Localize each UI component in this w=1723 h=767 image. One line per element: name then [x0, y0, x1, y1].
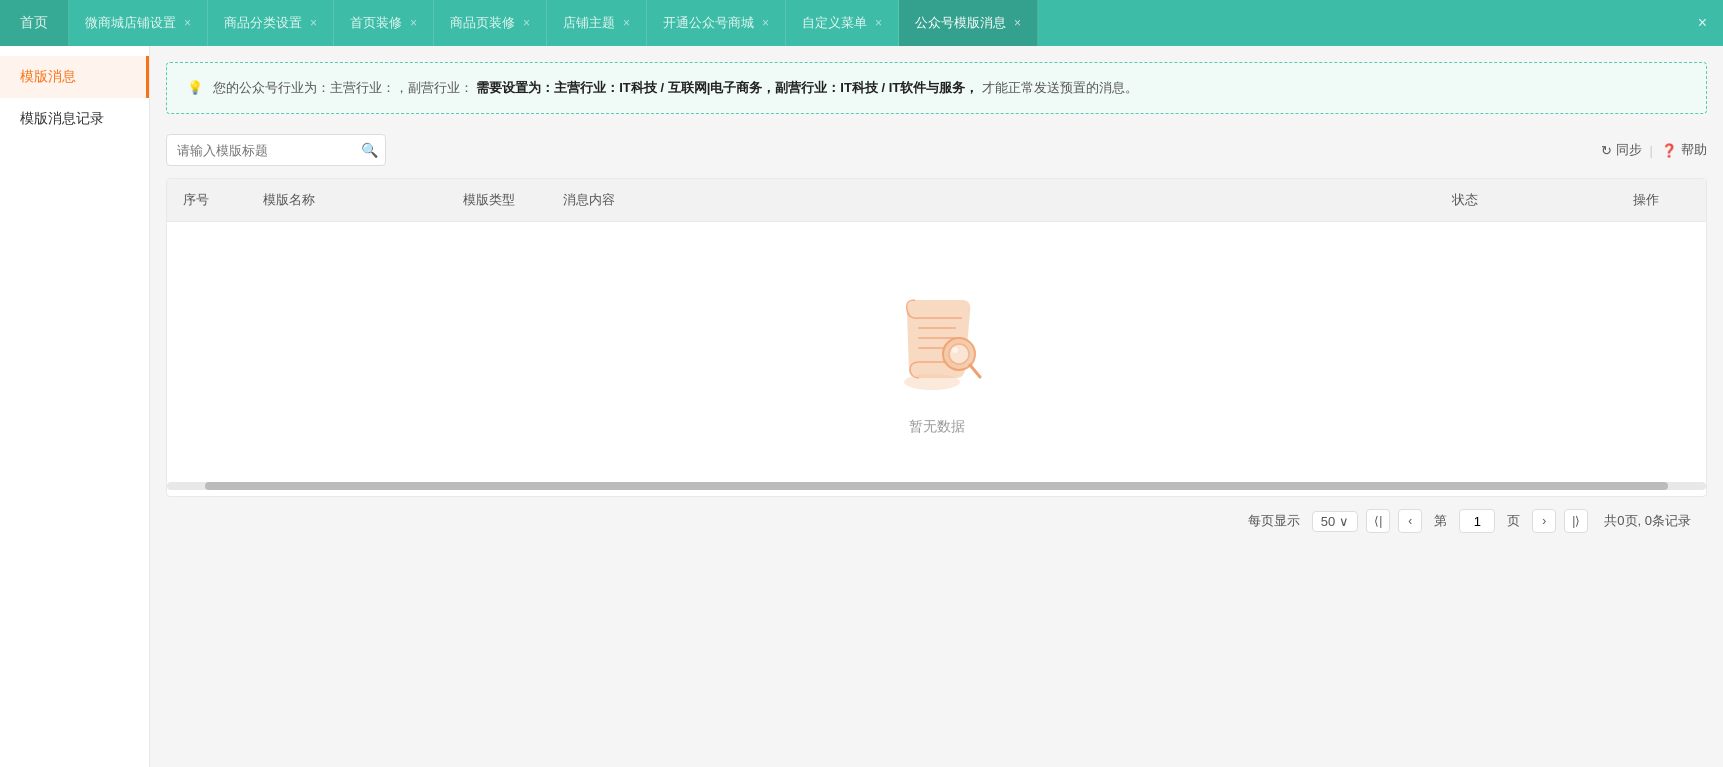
pagination: 每页显示 50 ∨ ⟨| ‹ 第 页 › |⟩ 共0页, 0条记录: [166, 497, 1707, 545]
first-page-button[interactable]: ⟨|: [1366, 509, 1390, 533]
sidebar: 模版消息 模版消息记录: [0, 46, 150, 767]
sync-icon: ↻: [1601, 143, 1612, 158]
data-table: 序号 模版名称 模版类型 消息内容 状态 操作: [166, 178, 1707, 497]
toolbar-right: ↻ 同步 | ❓ 帮助: [1601, 141, 1707, 159]
sync-label: 同步: [1616, 141, 1642, 159]
store-theme-label: 店铺主题: [563, 14, 615, 32]
svg-point-5: [949, 344, 969, 364]
th-action: 操作: [1586, 179, 1706, 221]
sidebar-template-msg-log-label: 模版消息记录: [20, 110, 104, 126]
horizontal-scrollbar[interactable]: [167, 482, 1706, 490]
empty-illustration: [877, 282, 997, 402]
toolbar-divider: |: [1650, 143, 1653, 158]
th-type: 模版类型: [447, 179, 547, 221]
prev-page-button[interactable]: ‹: [1398, 509, 1422, 533]
close-open-wechat-mall[interactable]: ×: [762, 16, 769, 30]
nav-tab-homepage-decor[interactable]: 首页装修 ×: [334, 0, 434, 46]
th-name: 模版名称: [247, 179, 447, 221]
sidebar-item-template-msg[interactable]: 模版消息: [0, 56, 149, 98]
nav-tab-home[interactable]: 首页: [0, 0, 69, 46]
page-unit: 页: [1507, 512, 1520, 530]
nav-tab-product-decor[interactable]: 商品页装修 ×: [434, 0, 547, 46]
wechat-template-label: 公众号模版消息: [915, 14, 1006, 32]
top-nav: 首页 微商城店铺设置 × 商品分类设置 × 首页装修 × 商品页装修 × 店铺主…: [0, 0, 1723, 46]
help-icon: ❓: [1661, 143, 1677, 158]
sync-button[interactable]: ↻ 同步: [1601, 141, 1642, 159]
wsc-setting-label: 微商城店铺设置: [85, 14, 176, 32]
nav-tab-product-category[interactable]: 商品分类设置 ×: [208, 0, 334, 46]
close-all-tabs[interactable]: ×: [1682, 14, 1723, 32]
page-label: 第: [1434, 512, 1447, 530]
help-label: 帮助: [1681, 141, 1707, 159]
nav-tab-open-wechat-mall[interactable]: 开通公众号商城 ×: [647, 0, 786, 46]
search-input-wrap: 🔍: [166, 134, 386, 166]
th-content: 消息内容: [547, 179, 1436, 221]
close-wechat-template[interactable]: ×: [1014, 16, 1021, 30]
main-layout: 模版消息 模版消息记录 💡 您的公众号行业为：主营行业：，副营行业： 需要设置为…: [0, 46, 1723, 767]
help-button[interactable]: ❓ 帮助: [1661, 141, 1707, 159]
notice-highlight: 需要设置为：主营行业：IT科技 / 互联网|电子商务，副营行业：IT科技 / I…: [476, 80, 978, 95]
th-seq: 序号: [167, 179, 247, 221]
search-input[interactable]: [166, 134, 386, 166]
close-product-category[interactable]: ×: [310, 16, 317, 30]
page-number-input[interactable]: [1459, 509, 1495, 533]
search-icon[interactable]: 🔍: [361, 142, 378, 158]
svg-point-7: [952, 347, 958, 353]
search-bar: 🔍 ↻ 同步 | ❓ 帮助: [166, 134, 1707, 166]
nav-tab-wechat-template[interactable]: 公众号模版消息 ×: [899, 0, 1038, 46]
scrollbar-thumb: [205, 482, 1667, 490]
table-header: 序号 模版名称 模版类型 消息内容 状态 操作: [167, 179, 1706, 222]
product-decor-label: 商品页装修: [450, 14, 515, 32]
sidebar-item-template-msg-log[interactable]: 模版消息记录: [0, 98, 149, 140]
nav-tab-wsc-setting[interactable]: 微商城店铺设置 ×: [69, 0, 208, 46]
close-wsc-setting[interactable]: ×: [184, 16, 191, 30]
close-product-decor[interactable]: ×: [523, 16, 530, 30]
product-category-label: 商品分类设置: [224, 14, 302, 32]
page-size-select[interactable]: 50 ∨: [1312, 511, 1358, 532]
empty-text: 暂无数据: [909, 418, 965, 436]
page-size-label: 每页显示: [1248, 512, 1300, 530]
next-page-button[interactable]: ›: [1532, 509, 1556, 533]
content-area: 💡 您的公众号行业为：主营行业：，副营行业： 需要设置为：主营行业：IT科技 /…: [150, 46, 1723, 767]
last-page-button[interactable]: |⟩: [1564, 509, 1588, 533]
th-status: 状态: [1436, 179, 1586, 221]
bulb-icon: 💡: [187, 80, 203, 95]
home-tab-label: 首页: [20, 14, 48, 32]
notice-box: 💡 您的公众号行业为：主营行业：，副营行业： 需要设置为：主营行业：IT科技 /…: [166, 62, 1707, 114]
svg-line-6: [970, 365, 980, 377]
page-size-value: 50: [1321, 514, 1335, 529]
close-custom-menu[interactable]: ×: [875, 16, 882, 30]
close-homepage-decor[interactable]: ×: [410, 16, 417, 30]
empty-state: 暂无数据: [167, 222, 1706, 476]
open-wechat-mall-label: 开通公众号商城: [663, 14, 754, 32]
homepage-decor-label: 首页装修: [350, 14, 402, 32]
notice-suffix: 才能正常发送预置的消息。: [982, 80, 1138, 95]
page-size-dropdown-icon: ∨: [1339, 514, 1349, 529]
custom-menu-label: 自定义菜单: [802, 14, 867, 32]
close-store-theme[interactable]: ×: [623, 16, 630, 30]
nav-tab-custom-menu[interactable]: 自定义菜单 ×: [786, 0, 899, 46]
sidebar-template-msg-label: 模版消息: [20, 68, 76, 84]
notice-prefix: 您的公众号行业为：主营行业：，副营行业：: [213, 80, 473, 95]
nav-tab-store-theme[interactable]: 店铺主题 ×: [547, 0, 647, 46]
total-text: 共0页, 0条记录: [1604, 512, 1691, 530]
